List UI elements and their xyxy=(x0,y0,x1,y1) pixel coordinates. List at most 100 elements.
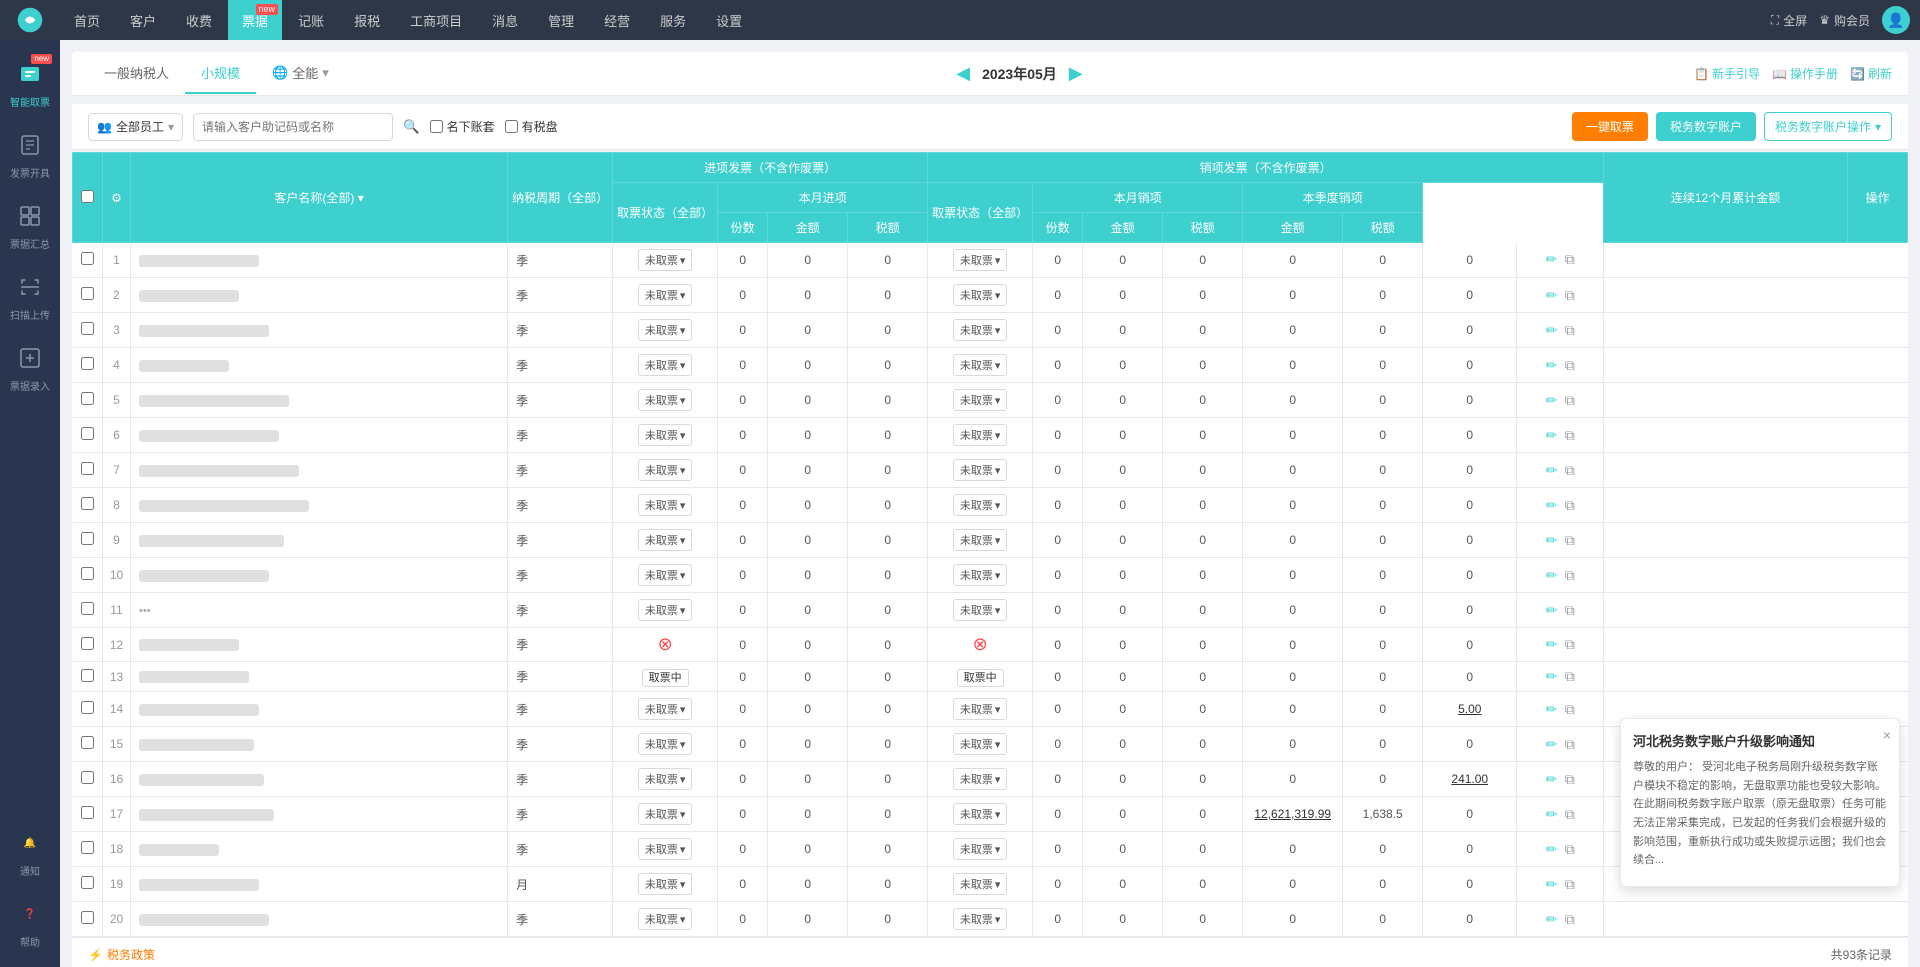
nav-home[interactable]: 首页 xyxy=(60,0,114,40)
copy-icon[interactable]: ⧉ xyxy=(1565,567,1575,583)
fetch-status-button2[interactable]: 未取票▾ xyxy=(953,838,1008,860)
copy-icon[interactable]: ⧉ xyxy=(1565,462,1575,478)
search-button[interactable]: 🔍 xyxy=(403,119,420,135)
fetch-status-button1[interactable]: 未取票▾ xyxy=(638,284,693,306)
nav-settings[interactable]: 设置 xyxy=(702,0,756,40)
fetch-status-button2[interactable]: 未取票▾ xyxy=(953,803,1008,825)
fetch-status-button1[interactable]: 未取票▾ xyxy=(638,529,693,551)
copy-icon[interactable]: ⧉ xyxy=(1565,532,1575,548)
fetch-status-button1[interactable]: 未取票▾ xyxy=(638,424,693,446)
nav-accounting[interactable]: 记账 xyxy=(284,0,338,40)
row-checkbox[interactable] xyxy=(81,322,94,335)
nav-message[interactable]: 消息 xyxy=(478,0,532,40)
fetch-status-button2[interactable]: 未取票▾ xyxy=(953,873,1008,895)
edit-icon[interactable]: ✏ xyxy=(1546,701,1558,717)
tax-digital-account-button[interactable]: 税务数字账户 xyxy=(1656,112,1756,141)
copy-icon[interactable]: ⧉ xyxy=(1565,427,1575,443)
row-checkbox[interactable] xyxy=(81,701,94,714)
copy-icon[interactable]: ⧉ xyxy=(1565,876,1575,892)
select-all-checkbox[interactable] xyxy=(81,190,94,203)
sidebar-item-notification[interactable]: 🔔 通知 xyxy=(2,819,58,886)
copy-icon[interactable]: ⧉ xyxy=(1565,497,1575,513)
edit-icon[interactable]: ✏ xyxy=(1546,567,1558,583)
row-checkbox[interactable] xyxy=(81,252,94,265)
fetch-status-button1[interactable]: 未取票▾ xyxy=(638,354,693,376)
copy-icon[interactable]: ⧉ xyxy=(1565,771,1575,787)
edit-icon[interactable]: ✏ xyxy=(1546,462,1558,478)
tax-digital-account-ops-button[interactable]: 税务数字账户操作 ▾ xyxy=(1764,112,1892,141)
fetch-status-button2[interactable]: 未取票▾ xyxy=(953,698,1008,720)
row-checkbox[interactable] xyxy=(81,462,94,475)
copy-icon[interactable]: ⧉ xyxy=(1565,357,1575,373)
copy-icon[interactable]: ⧉ xyxy=(1565,602,1575,618)
search-input[interactable] xyxy=(193,113,393,141)
fetch-status-button1[interactable]: 未取票▾ xyxy=(638,459,693,481)
checkbox-my-accounts[interactable]: 名下账套 xyxy=(430,118,495,135)
refresh-button[interactable]: 🔄 刷新 xyxy=(1850,65,1892,82)
fetch-status-button2[interactable]: 未取票▾ xyxy=(953,529,1008,551)
copy-icon[interactable]: ⧉ xyxy=(1565,841,1575,857)
edit-icon[interactable]: ✏ xyxy=(1546,532,1558,548)
fullscreen-button[interactable]: ⛶ 全屏 xyxy=(1771,12,1807,29)
edit-icon[interactable]: ✏ xyxy=(1546,251,1558,267)
fetch-status-button1[interactable]: 未取票▾ xyxy=(638,698,693,720)
edit-icon[interactable]: ✏ xyxy=(1546,427,1558,443)
employee-select[interactable]: 👥 全部员工 ▾ xyxy=(88,113,183,141)
row-checkbox[interactable] xyxy=(81,876,94,889)
row-checkbox[interactable] xyxy=(81,841,94,854)
fetch-status-button1[interactable]: 未取票▾ xyxy=(638,389,693,411)
nav-service[interactable]: 服务 xyxy=(646,0,700,40)
nav-manage[interactable]: 管理 xyxy=(534,0,588,40)
row-checkbox[interactable] xyxy=(81,567,94,580)
row-checkbox[interactable] xyxy=(81,736,94,749)
date-next-button[interactable]: ▶ xyxy=(1069,63,1083,84)
copy-icon[interactable]: ⧉ xyxy=(1565,287,1575,303)
copy-icon[interactable]: ⧉ xyxy=(1565,636,1575,652)
row-checkbox[interactable] xyxy=(81,427,94,440)
row-checkbox[interactable] xyxy=(81,806,94,819)
th-customer-name[interactable]: 客户名称(全部) ▾ xyxy=(131,153,508,243)
date-prev-button[interactable]: ◀ xyxy=(956,63,970,84)
fetch-status-button1[interactable]: 未取票▾ xyxy=(638,319,693,341)
edit-icon[interactable]: ✏ xyxy=(1546,771,1558,787)
edit-icon[interactable]: ✏ xyxy=(1546,636,1558,652)
edit-icon[interactable]: ✏ xyxy=(1546,392,1558,408)
row-checkbox[interactable] xyxy=(81,602,94,615)
fetch-status-button1[interactable]: 未取票▾ xyxy=(638,803,693,825)
fetch-status-button2[interactable]: 未取票▾ xyxy=(953,599,1008,621)
edit-icon[interactable]: ✏ xyxy=(1546,736,1558,752)
one-key-ticket-button[interactable]: 一键取票 xyxy=(1572,112,1648,141)
copy-icon[interactable]: ⧉ xyxy=(1565,392,1575,408)
fetch-status-button2[interactable]: 未取票▾ xyxy=(953,284,1008,306)
tab-universal[interactable]: 🌐 全能 ▾ xyxy=(256,54,345,94)
tax-disk-checkbox[interactable] xyxy=(505,120,518,133)
fetch-status-button2[interactable]: 未取票▾ xyxy=(953,733,1008,755)
row-checkbox[interactable] xyxy=(81,497,94,510)
fetch-status-button2[interactable]: 未取票▾ xyxy=(953,319,1008,341)
nav-ticket[interactable]: 票据 new xyxy=(228,0,282,40)
fetch-status-button2[interactable]: 未取票▾ xyxy=(953,354,1008,376)
user-avatar[interactable]: 👤 xyxy=(1882,6,1910,34)
copy-icon[interactable]: ⧉ xyxy=(1565,911,1575,927)
sidebar-item-scan[interactable]: 扫描上传 xyxy=(2,263,58,330)
nav-business[interactable]: 工商项目 xyxy=(396,0,476,40)
copy-icon[interactable]: ⧉ xyxy=(1565,251,1575,267)
nav-client[interactable]: 客户 xyxy=(116,0,170,40)
copy-icon[interactable]: ⧉ xyxy=(1565,701,1575,717)
fetch-status-button2[interactable]: 未取票▾ xyxy=(953,564,1008,586)
fetch-status-button2[interactable]: 未取票▾ xyxy=(953,389,1008,411)
row-checkbox[interactable] xyxy=(81,771,94,784)
edit-icon[interactable]: ✏ xyxy=(1546,322,1558,338)
row-checkbox[interactable] xyxy=(81,669,94,682)
edit-icon[interactable]: ✏ xyxy=(1546,497,1558,513)
tax-policy-link[interactable]: ⚡ 税务政策 xyxy=(88,946,155,963)
sidebar-item-entry[interactable]: 票据录入 xyxy=(2,334,58,401)
fetch-status-button1[interactable]: 未取票▾ xyxy=(638,249,693,271)
edit-icon[interactable]: ✏ xyxy=(1546,876,1558,892)
edit-icon[interactable]: ✏ xyxy=(1546,602,1558,618)
fetch-status-button1[interactable]: 未取票▾ xyxy=(638,838,693,860)
fetch-status-button1[interactable]: 未取票▾ xyxy=(638,564,693,586)
fetch-status-button2[interactable]: 未取票▾ xyxy=(953,908,1008,930)
tab-small-scale[interactable]: 小规模 xyxy=(185,54,256,94)
sidebar-item-help[interactable]: ❓ 帮助 xyxy=(2,890,58,957)
